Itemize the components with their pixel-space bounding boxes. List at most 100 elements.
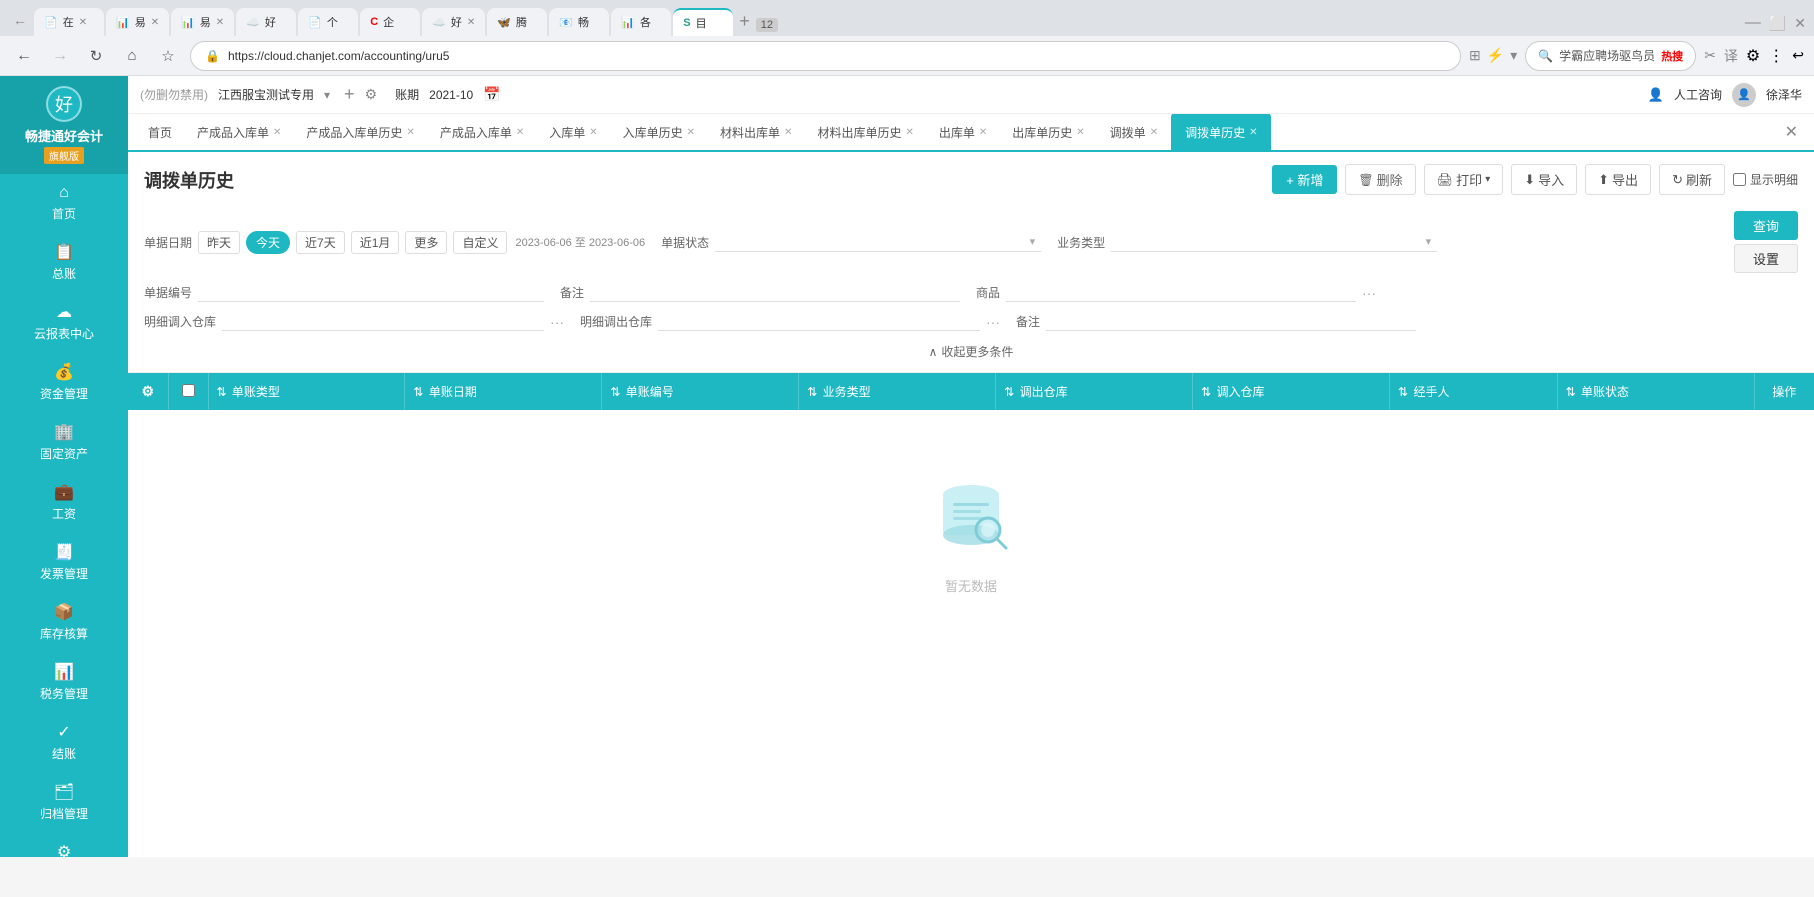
remark-input[interactable] — [590, 283, 960, 302]
more-options-icon[interactable]: ⋮ — [1768, 46, 1784, 66]
yesterday-btn[interactable]: 昨天 — [198, 231, 240, 254]
maximize-btn[interactable]: ⬜ — [1769, 15, 1786, 32]
settings-ext-icon[interactable]: ⚙ — [1746, 46, 1760, 66]
browser-tab-7[interactable]: ☁️好✕ — [422, 8, 485, 36]
tab-material-outbound[interactable]: 材料出库单 ✕ — [708, 114, 804, 151]
sidebar-item-basic-settings[interactable]: ⚙ 基础设置 — [0, 832, 128, 857]
add-company-btn[interactable]: + — [344, 84, 355, 105]
refresh-btn[interactable]: ↻ 刷新 — [1659, 164, 1725, 195]
show-dense-toggle[interactable]: 显示明细 — [1733, 171, 1798, 188]
home-btn[interactable]: ⌂ — [118, 42, 146, 70]
remark2-input[interactable] — [1046, 312, 1416, 331]
export-btn[interactable]: ⬆ 导出 — [1585, 164, 1651, 195]
detail-out-input[interactable] — [658, 312, 980, 331]
tab-finished-inbound[interactable]: 产成品入库单 ✕ — [185, 114, 293, 151]
tab-close-10[interactable]: ✕ — [1150, 127, 1158, 138]
voucher-no-input[interactable] — [198, 283, 544, 302]
tab-close-4[interactable]: ✕ — [589, 127, 597, 138]
custom-date-btn[interactable]: 自定义 — [453, 231, 507, 254]
tab-close-3[interactable]: ✕ — [516, 127, 524, 138]
tab-close-11[interactable]: ✕ — [1249, 127, 1257, 138]
tab-close-2[interactable]: ✕ — [406, 127, 414, 138]
sidebar-item-invoice[interactable]: 🧾 发票管理 — [0, 532, 128, 592]
select-all-checkbox[interactable] — [182, 384, 195, 397]
browser-tab-6[interactable]: C企 — [360, 8, 420, 36]
th-in-wh[interactable]: ⇅ 调入仓库 — [1193, 373, 1390, 410]
goods-dots-btn[interactable]: ··· — [1362, 285, 1376, 301]
browser-tab-8[interactable]: 🦋腾 — [487, 8, 547, 36]
address-bar[interactable]: 🔒 https://cloud.chanjet.com/accounting/u… — [190, 41, 1461, 71]
goods-input[interactable] — [1006, 283, 1356, 302]
user-name[interactable]: 徐泽华 — [1766, 86, 1802, 103]
more-date-btn[interactable]: 更多 — [405, 231, 447, 254]
th-status[interactable]: ⇅ 单账状态 — [1557, 373, 1754, 410]
import-btn[interactable]: ⬇ 导入 — [1511, 164, 1577, 195]
th-checkbox[interactable] — [168, 373, 208, 410]
th-out-wh[interactable]: ⇅ 调出仓库 — [996, 373, 1193, 410]
calendar-icon[interactable]: 📅 — [483, 86, 500, 103]
tab-finished-inbound-2[interactable]: 产成品入库单 ✕ — [428, 114, 536, 151]
close-page-btn[interactable]: ✕ — [1777, 122, 1806, 142]
th-date[interactable]: ⇅ 单账日期 — [405, 373, 602, 410]
sidebar-item-asset[interactable]: 🏢 固定资产 — [0, 412, 128, 472]
biz-type-dropdown[interactable]: ▾ — [1111, 232, 1437, 252]
tab-inbound[interactable]: 入库单 ✕ — [537, 114, 609, 151]
th-type[interactable]: ⇅ 单账类型 — [208, 373, 405, 410]
today-btn[interactable]: 今天 — [246, 231, 290, 254]
detail-out-dots-btn[interactable]: ··· — [986, 314, 1000, 330]
tab-close-5[interactable]: ✕ — [687, 127, 695, 138]
collapse-conditions-btn[interactable]: ∧ 收起更多条件 — [144, 339, 1798, 364]
sidebar-item-ledger[interactable]: 📋 总账 — [0, 232, 128, 292]
tab-close-9[interactable]: ✕ — [1076, 127, 1084, 138]
tab-finished-inbound-hist[interactable]: 产成品入库单历史 ✕ — [294, 114, 426, 151]
sidebar-item-close-account[interactable]: ✓ 结账 — [0, 712, 128, 772]
tab-outbound[interactable]: 出库单 ✕ — [927, 114, 999, 151]
search-bar[interactable]: 🔍 学霸应聘场驱鸟员 热搜 — [1525, 41, 1696, 71]
detail-in-dots-btn[interactable]: ··· — [550, 314, 564, 330]
th-handler[interactable]: ⇅ 经手人 — [1390, 373, 1558, 410]
print-btn[interactable]: 🖨 打印 ▾ — [1424, 164, 1504, 195]
reload-btn[interactable]: ↻ — [82, 42, 110, 70]
browser-tab-5[interactable]: 📄个 — [298, 8, 358, 36]
week7-btn[interactable]: 近7天 — [296, 231, 345, 254]
tab-outbound-hist[interactable]: 出库单历史 ✕ — [1000, 114, 1096, 151]
tab-inbound-hist[interactable]: 入库单历史 ✕ — [611, 114, 707, 151]
new-tab-btn[interactable]: + — [739, 11, 750, 32]
sidebar-item-tax[interactable]: 📊 税务管理 — [0, 652, 128, 712]
browser-tab-4[interactable]: ☁️好 — [236, 8, 296, 36]
sidebar-item-fund[interactable]: 💰 资金管理 — [0, 352, 128, 412]
minimize-btn[interactable]: — — [1745, 14, 1761, 32]
undo-icon[interactable]: ↩ — [1792, 47, 1804, 64]
tab-close-1[interactable]: ✕ — [273, 127, 281, 138]
tab-transfer[interactable]: 调拨单 ✕ — [1098, 114, 1170, 151]
dropdown-btn[interactable]: ▾ — [1510, 47, 1517, 64]
sidebar-item-salary[interactable]: 💼 工资 — [0, 472, 128, 532]
new-btn[interactable]: + 新增 — [1272, 165, 1337, 194]
delete-btn[interactable]: 🗑 删除 — [1345, 164, 1415, 195]
browser-tab-2[interactable]: 📊易✕ — [106, 8, 169, 36]
sidebar-item-cloud-report[interactable]: ☁ 云报表中心 — [0, 292, 128, 352]
tab-close-7[interactable]: ✕ — [905, 127, 913, 138]
sidebar-item-home[interactable]: ⌂ 首页 — [0, 174, 128, 232]
sidebar-item-inventory[interactable]: 📦 库存核算 — [0, 592, 128, 652]
tab-transfer-hist[interactable]: 调拨单历史 ✕ — [1171, 114, 1271, 151]
sidebar-logo[interactable]: 好 畅捷通好会计 旗舰版 — [0, 76, 128, 174]
browser-tab-11[interactable]: S目 — [673, 8, 733, 36]
bookmark-btn[interactable]: ☆ — [154, 42, 182, 70]
back-btn[interactable]: ← — [10, 42, 38, 70]
tab-material-outbound-hist[interactable]: 材料出库单历史 ✕ — [805, 114, 925, 151]
browser-tab-3[interactable]: 📊易✕ — [171, 8, 234, 36]
support-label[interactable]: 人工咨询 — [1674, 86, 1722, 103]
tab-close-6[interactable]: ✕ — [784, 127, 792, 138]
show-dense-checkbox[interactable] — [1733, 173, 1746, 186]
browser-tab-10[interactable]: 📊各 — [611, 8, 671, 36]
close-btn[interactable]: ✕ — [1794, 15, 1806, 32]
th-no[interactable]: ⇅ 单账编号 — [602, 373, 799, 410]
browser-tab-1[interactable]: 📄在✕ — [34, 8, 104, 36]
tab-home[interactable]: 首页 — [136, 114, 184, 151]
translate-icon[interactable]: 译 — [1724, 46, 1738, 66]
sidebar-item-archive[interactable]: 🗂 归档管理 — [0, 772, 128, 832]
company-settings-icon[interactable]: ⚙ — [365, 86, 378, 103]
browser-tab-9[interactable]: 📧畅 — [549, 8, 609, 36]
month1-btn[interactable]: 近1月 — [351, 231, 400, 254]
